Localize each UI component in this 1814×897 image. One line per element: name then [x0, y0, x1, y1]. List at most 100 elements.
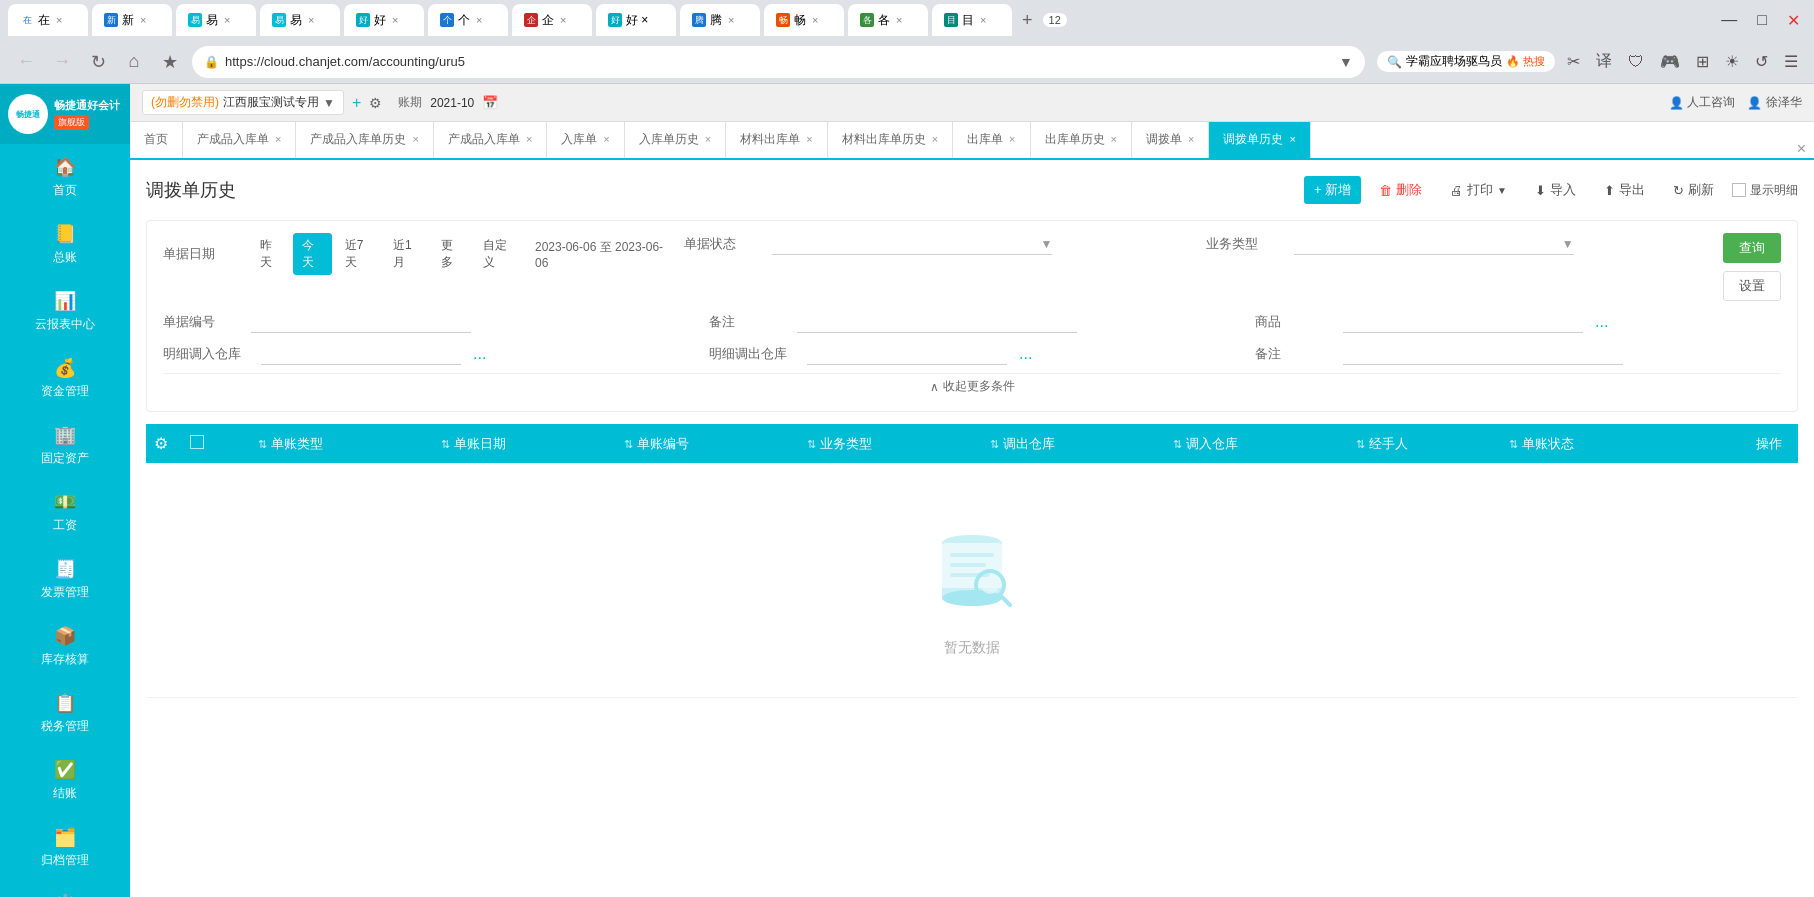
tab-close-12[interactable]: × — [980, 14, 986, 26]
tab-11-close[interactable]: × — [1289, 133, 1295, 145]
tab-2-close[interactable]: × — [412, 133, 418, 145]
app-tab-home[interactable]: 首页 — [130, 122, 183, 158]
browser-tab-7[interactable]: 企 企 × — [512, 4, 592, 36]
refresh-button[interactable]: ↻ — [84, 48, 112, 76]
th-doc-date[interactable]: ⇅ 单账日期 — [433, 424, 616, 463]
sidebar-item-assets[interactable]: 🏢 固定资产 — [0, 412, 130, 479]
help-link[interactable]: 👤 人工咨询 — [1669, 94, 1735, 111]
new-button[interactable]: + 新增 — [1304, 176, 1361, 204]
brightness-tool[interactable]: ☀ — [1721, 52, 1743, 71]
app-tab-5[interactable]: 入库单历史 × — [625, 122, 726, 158]
docno-input[interactable] — [251, 311, 471, 333]
date-pill-yesterday[interactable]: 昨天 — [251, 233, 289, 275]
th-doc-status[interactable]: ⇅ 单账状态 — [1501, 424, 1684, 463]
tab-9-close[interactable]: × — [1111, 133, 1117, 145]
tab-close-3[interactable]: × — [224, 14, 230, 26]
th-doc-no[interactable]: ⇅ 单账编号 — [616, 424, 799, 463]
app-tab-2[interactable]: 产成品入库单历史 × — [296, 122, 433, 158]
sidebar-item-close[interactable]: ✅ 结账 — [0, 747, 130, 814]
browser-tab-6[interactable]: 个 个 × — [428, 4, 508, 36]
tab-5-close[interactable]: × — [705, 133, 711, 145]
tab-close-5[interactable]: × — [392, 14, 398, 26]
org-selector[interactable]: (勿删勿禁用) 江西服宝测试专用 ▼ — [142, 90, 344, 115]
address-expand-icon[interactable]: ▼ — [1339, 54, 1353, 70]
collapse-button[interactable]: ∧ 收起更多条件 — [163, 373, 1781, 399]
th-settings[interactable]: ⚙ — [146, 424, 182, 463]
tab-4-close[interactable]: × — [603, 133, 609, 145]
sidebar-item-reports[interactable]: 📊 云报表中心 — [0, 278, 130, 345]
tab-close-1[interactable]: × — [56, 14, 62, 26]
browser-tab-11[interactable]: 各 各 × — [848, 4, 928, 36]
warehouse-in-input[interactable] — [261, 343, 461, 365]
add-org-button[interactable]: + — [352, 94, 361, 112]
sidebar-item-inventory[interactable]: 📦 库存核算 — [0, 613, 130, 680]
app-tab-9[interactable]: 出库单历史 × — [1031, 122, 1132, 158]
browser-tab-1[interactable]: 在 在 × — [8, 4, 88, 36]
th-biz-type[interactable]: ⇅ 业务类型 — [799, 424, 982, 463]
print-button[interactable]: 🖨 打印 ▼ — [1440, 176, 1517, 204]
browser-tab-8[interactable]: 好 好 × — [596, 4, 676, 36]
tab-close-4[interactable]: × — [308, 14, 314, 26]
app-tab-1[interactable]: 产成品入库单 × — [183, 122, 296, 158]
export-button[interactable]: ⬆ 导出 — [1594, 176, 1655, 204]
window-close[interactable]: ✕ — [1781, 11, 1806, 30]
calendar-icon[interactable]: 📅 — [482, 95, 498, 110]
tab-close-9[interactable]: × — [728, 14, 734, 26]
sidebar-item-funds[interactable]: 💰 资金管理 — [0, 345, 130, 412]
tab-3-close[interactable]: × — [526, 133, 532, 145]
tab-close-7[interactable]: × — [560, 14, 566, 26]
th-checkbox[interactable] — [182, 424, 250, 463]
app-tab-4[interactable]: 入库单 × — [547, 122, 624, 158]
tab-close-6[interactable]: × — [476, 14, 482, 26]
sidebar-item-home[interactable]: 🏠 首页 — [0, 144, 130, 211]
table-settings-icon[interactable]: ⚙ — [154, 435, 168, 452]
warehouse-out-input[interactable] — [807, 343, 1007, 365]
search-pill[interactable]: 🔍 学霸应聘场驱鸟员 🔥 热搜 — [1377, 51, 1555, 72]
warehouse-out-dots[interactable]: ... — [1019, 345, 1032, 363]
sidebar-item-ledger[interactable]: 📒 总账 — [0, 211, 130, 278]
remark2-input[interactable] — [1343, 343, 1623, 365]
goods-input[interactable] — [1343, 311, 1583, 333]
date-pill-7days[interactable]: 近7天 — [336, 233, 380, 275]
user-info[interactable]: 👤 徐泽华 — [1747, 94, 1802, 111]
browser-tab-10[interactable]: 畅 畅 × — [764, 4, 844, 36]
bookmark-button[interactable]: ★ — [156, 48, 184, 76]
browser-tab-4[interactable]: 易 易 × — [260, 4, 340, 36]
extension-tool-2[interactable]: 🎮 — [1656, 52, 1684, 71]
refresh-button-action[interactable]: ↻ 刷新 — [1663, 176, 1724, 204]
app-tab-11[interactable]: 调拨单历史 × — [1209, 122, 1310, 158]
window-minimize[interactable]: ― — [1715, 11, 1743, 29]
status-select[interactable] — [772, 233, 1052, 255]
org-settings-icon[interactable]: ⚙ — [369, 95, 382, 111]
tab-6-close[interactable]: × — [806, 133, 812, 145]
remark-input[interactable] — [797, 311, 1077, 333]
tab-close-11[interactable]: × — [896, 14, 902, 26]
window-maximize[interactable]: □ — [1751, 11, 1773, 29]
app-tab-7[interactable]: 材料出库单历史 × — [828, 122, 953, 158]
display-toggle[interactable]: 显示明细 — [1732, 182, 1798, 199]
sidebar-logo[interactable]: 畅捷通 畅捷通好会计 旗舰版 — [0, 84, 130, 144]
import-button[interactable]: ⬇ 导入 — [1525, 176, 1586, 204]
date-pill-more[interactable]: 更多 — [432, 233, 470, 275]
browser-tab-12[interactable]: 目 目 × — [932, 4, 1012, 36]
back-button[interactable]: ← — [12, 48, 40, 76]
date-pill-today[interactable]: 今天 — [293, 233, 331, 275]
sidebar-item-settings[interactable]: ⚙️ 基础设置 — [0, 881, 130, 897]
app-tab-3[interactable]: 产成品入库单 × — [434, 122, 547, 158]
home-button[interactable]: ⌂ — [120, 48, 148, 76]
sidebar-item-invoices[interactable]: 🧾 发票管理 — [0, 546, 130, 613]
browser-tab-2[interactable]: 新 新 × — [92, 4, 172, 36]
new-tab-button[interactable]: + — [1016, 10, 1039, 31]
scissor-tool[interactable]: ✂ — [1563, 52, 1584, 71]
query-button[interactable]: 查询 — [1723, 233, 1781, 263]
sidebar-item-wages[interactable]: 💵 工资 — [0, 479, 130, 546]
app-tab-6[interactable]: 材料出库单 × — [726, 122, 827, 158]
select-all-checkbox[interactable] — [190, 435, 204, 449]
th-out-warehouse[interactable]: ⇅ 调出仓库 — [982, 424, 1165, 463]
tab-close-2[interactable]: × — [140, 14, 146, 26]
tab-8-close[interactable]: × — [1009, 133, 1015, 145]
grid-tool[interactable]: ⊞ — [1692, 52, 1713, 71]
tab-close-10[interactable]: × — [812, 14, 818, 26]
sidebar-item-archive[interactable]: 🗂️ 归档管理 — [0, 814, 130, 881]
browser-tab-9[interactable]: 腾 腾 × — [680, 4, 760, 36]
